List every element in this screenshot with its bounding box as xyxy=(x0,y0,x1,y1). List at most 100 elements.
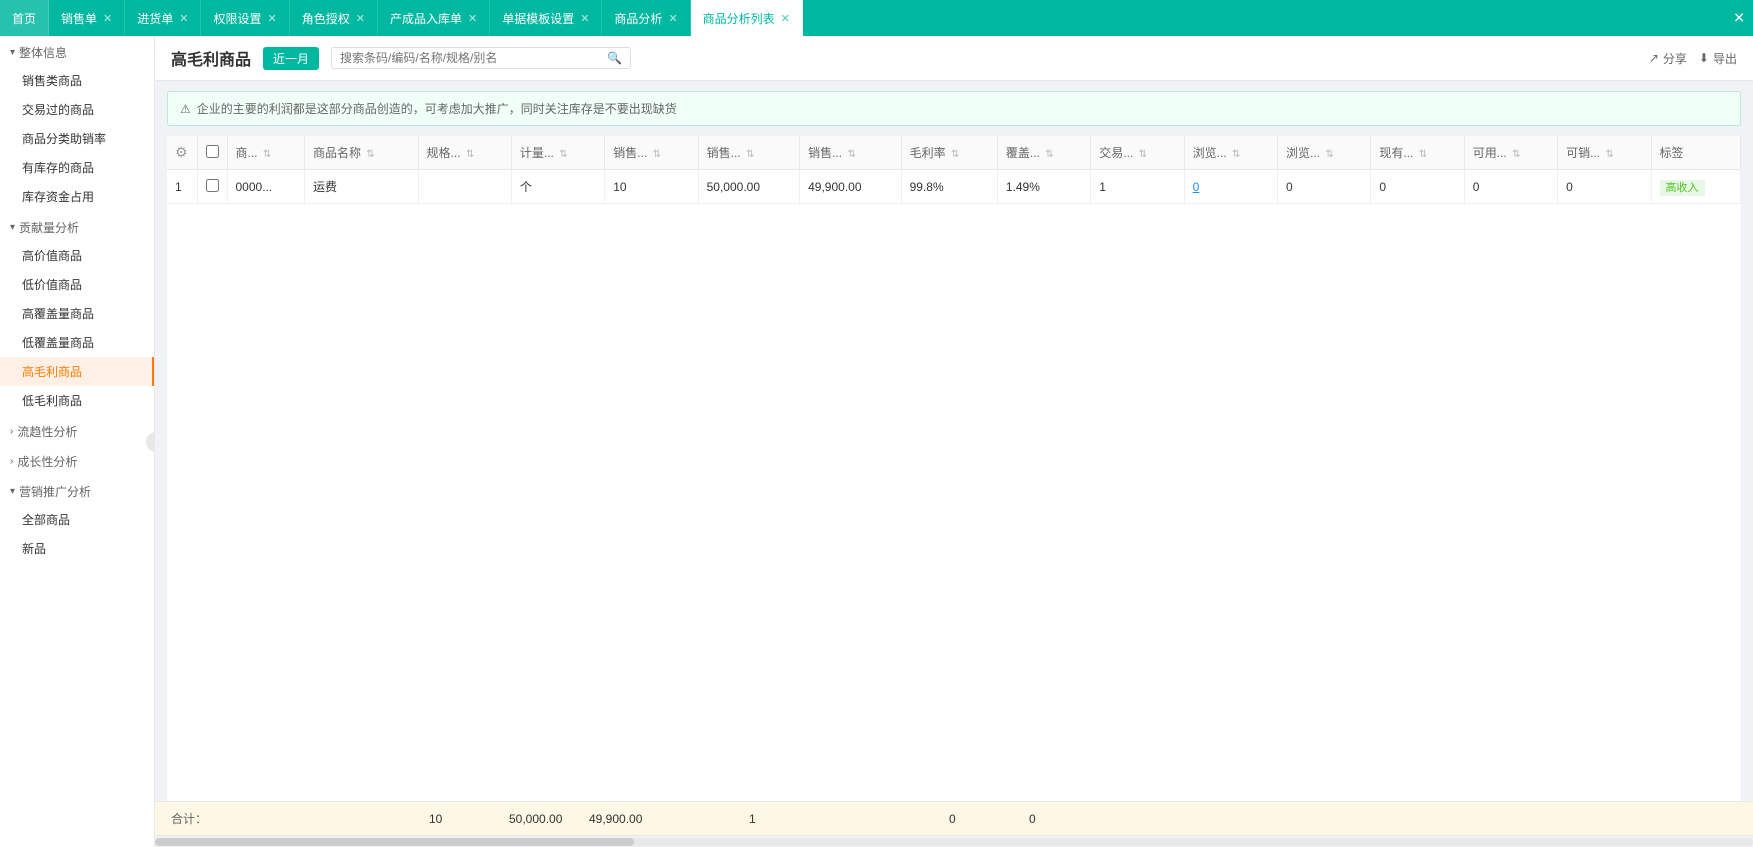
row-browse2: 0 xyxy=(1278,170,1371,204)
footer-values: 10 50,000.00 49,900.00 1 0 0 xyxy=(291,812,1737,826)
row-transactions: 1 xyxy=(1091,170,1184,204)
select-all-checkbox[interactable] xyxy=(206,145,219,158)
footer-sales-count: 10 xyxy=(421,812,501,826)
alert-icon: ⚠ xyxy=(180,102,191,116)
row-gross-margin: 99.8% xyxy=(901,170,997,204)
sidebar-item-category-assist[interactable]: 商品分类助销率 xyxy=(0,124,154,153)
data-table-container: ⚙ 商... ⇅ 商品名称 ⇅ xyxy=(167,136,1741,801)
col-code: 商... ⇅ xyxy=(227,136,304,170)
tab-purchase[interactable]: 进货单 ✕ xyxy=(125,0,201,36)
row-index: 1 xyxy=(167,170,197,204)
sidebar-item-low-coverage[interactable]: 低覆盖量商品 xyxy=(0,328,154,357)
col-browse1: 浏览... ⇅ xyxy=(1184,136,1277,170)
tab-template-settings[interactable]: 单据模板设置 ✕ xyxy=(490,0,602,36)
main-layout: 《 ▾ 整体信息 销售类商品 交易过的商品 商品分类助销率 有库存的商品 库存资… xyxy=(0,36,1753,847)
sort-icon[interactable]: ⇅ xyxy=(1512,149,1520,160)
sort-icon[interactable]: ⇅ xyxy=(1045,149,1053,160)
page-title: 高毛利商品 xyxy=(171,46,251,70)
time-filter-button[interactable]: 近一月 xyxy=(263,47,319,70)
sort-icon[interactable]: ⇅ xyxy=(559,149,567,160)
sort-icon[interactable]: ⇅ xyxy=(1139,149,1147,160)
close-icon[interactable]: ✕ xyxy=(179,12,188,25)
tab-product-analysis-list[interactable]: 商品分析列表 ✕ xyxy=(691,0,803,36)
sidebar-group-trend[interactable]: › 流趋性分析 xyxy=(0,415,154,445)
row-coverage: 1.49% xyxy=(997,170,1090,204)
sort-icon[interactable]: ⇅ xyxy=(653,149,661,160)
arrow-icon: › xyxy=(10,426,13,437)
col-sellable-stock: 可销... ⇅ xyxy=(1558,136,1651,170)
sort-icon[interactable]: ⇅ xyxy=(951,149,959,160)
tab-permissions[interactable]: 权限设置 ✕ xyxy=(201,0,289,36)
sidebar-item-in-stock-goods[interactable]: 有库存的商品 xyxy=(0,153,154,182)
global-close-icon[interactable]: ✕ xyxy=(1733,10,1745,27)
sort-icon[interactable]: ⇅ xyxy=(1325,149,1333,160)
col-coverage: 覆盖... ⇅ xyxy=(997,136,1090,170)
sort-icon[interactable]: ⇅ xyxy=(1232,149,1240,160)
tab-roles[interactable]: 角色授权 ✕ xyxy=(290,0,378,36)
sort-icon[interactable]: ⇅ xyxy=(1419,149,1427,160)
row-current-stock: 0 xyxy=(1371,170,1464,204)
sidebar-group-contribution[interactable]: ▾ 贡献量分析 xyxy=(0,211,154,241)
settings-column-header[interactable]: ⚙ xyxy=(167,136,197,170)
sort-icon[interactable]: ⇅ xyxy=(466,149,474,160)
close-icon[interactable]: ✕ xyxy=(580,12,589,25)
share-button[interactable]: ↗ 分享 xyxy=(1649,50,1687,67)
sidebar-item-sales-goods[interactable]: 销售类商品 xyxy=(0,66,154,95)
col-gross-margin: 毛利率 ⇅ xyxy=(901,136,997,170)
row-checkbox-cell xyxy=(197,170,227,204)
close-icon[interactable]: ✕ xyxy=(268,12,277,25)
sidebar-item-all-goods[interactable]: 全部商品 xyxy=(0,505,154,534)
row-sellable-stock: 0 xyxy=(1558,170,1651,204)
close-icon[interactable]: ✕ xyxy=(781,12,790,25)
col-tags: 标签 xyxy=(1651,136,1741,170)
checkbox-column-header[interactable] xyxy=(197,136,227,170)
close-icon[interactable]: ✕ xyxy=(468,12,477,25)
settings-icon[interactable]: ⚙ xyxy=(175,144,188,160)
tab-product-analysis[interactable]: 商品分析 ✕ xyxy=(602,0,690,36)
close-icon[interactable]: ✕ xyxy=(356,12,365,25)
footer-total: 合计： 10 50,000.00 49,900.00 1 0 0 xyxy=(155,801,1753,835)
row-checkbox[interactable] xyxy=(206,179,219,192)
sidebar-item-high-value[interactable]: 高价值商品 xyxy=(0,241,154,270)
sort-icon[interactable]: ⇅ xyxy=(1605,149,1613,160)
scroll-track[interactable] xyxy=(155,838,1753,846)
sidebar-item-low-margin[interactable]: 低毛利商品 xyxy=(0,386,154,415)
tab-sales[interactable]: 销售单 ✕ xyxy=(49,0,125,36)
close-icon[interactable]: ✕ xyxy=(668,12,677,25)
sidebar-group-growth[interactable]: › 成长性分析 xyxy=(0,445,154,475)
sidebar: 《 ▾ 整体信息 销售类商品 交易过的商品 商品分类助销率 有库存的商品 库存资… xyxy=(0,36,155,847)
sort-icon[interactable]: ⇅ xyxy=(366,149,374,160)
search-input[interactable] xyxy=(340,51,607,65)
row-browse1[interactable]: 0 xyxy=(1184,170,1277,204)
sort-icon[interactable]: ⇅ xyxy=(847,149,855,160)
footer-sales-amount: 50,000.00 xyxy=(501,812,581,826)
footer-sales-net: 49,900.00 xyxy=(581,812,661,826)
sidebar-item-traded-goods[interactable]: 交易过的商品 xyxy=(0,95,154,124)
total-label: 合计： xyxy=(171,810,291,827)
sort-icon[interactable]: ⇅ xyxy=(746,149,754,160)
export-button[interactable]: ⬇ 导出 xyxy=(1699,50,1737,67)
close-icon[interactable]: ✕ xyxy=(103,12,112,25)
col-sales-count: 销售... ⇅ xyxy=(605,136,698,170)
sidebar-group-marketing[interactable]: ▾ 营销推广分析 xyxy=(0,475,154,505)
scroll-thumb[interactable] xyxy=(155,838,634,846)
sidebar-item-low-value[interactable]: 低价值商品 xyxy=(0,270,154,299)
top-nav: 首页 销售单 ✕ 进货单 ✕ 权限设置 ✕ 角色授权 ✕ 产成品入库单 ✕ 单据… xyxy=(0,0,1753,36)
content-header: 高毛利商品 近一月 🔍 ↗ 分享 ⬇ 导出 xyxy=(155,36,1753,81)
col-current-stock: 现有... ⇅ xyxy=(1371,136,1464,170)
sort-icon[interactable]: ⇅ xyxy=(263,149,271,160)
alert-box: ⚠ 企业的主要的利润都是这部分商品创造的，可考虑加大推广，同时关注库存是不要出现… xyxy=(167,91,1741,126)
col-name: 商品名称 ⇅ xyxy=(304,136,418,170)
sidebar-group-overall[interactable]: ▾ 整体信息 xyxy=(0,36,154,66)
sidebar-item-high-coverage[interactable]: 高覆盖量商品 xyxy=(0,299,154,328)
tab-product-warehouse[interactable]: 产成品入库单 ✕ xyxy=(378,0,490,36)
sidebar-item-new-goods[interactable]: 新品 xyxy=(0,534,154,563)
arrow-icon: ▾ xyxy=(10,47,15,58)
footer-current-stock: 0 xyxy=(941,812,1021,826)
table-row: 1 0000... 运费 xyxy=(167,170,1741,204)
tab-home[interactable]: 首页 xyxy=(0,0,49,36)
horizontal-scrollbar[interactable] xyxy=(155,835,1753,847)
search-icon[interactable]: 🔍 xyxy=(607,51,622,65)
sidebar-item-high-margin[interactable]: 高毛利商品 xyxy=(0,357,154,386)
sidebar-item-stock-fund[interactable]: 库存资金占用 xyxy=(0,182,154,211)
